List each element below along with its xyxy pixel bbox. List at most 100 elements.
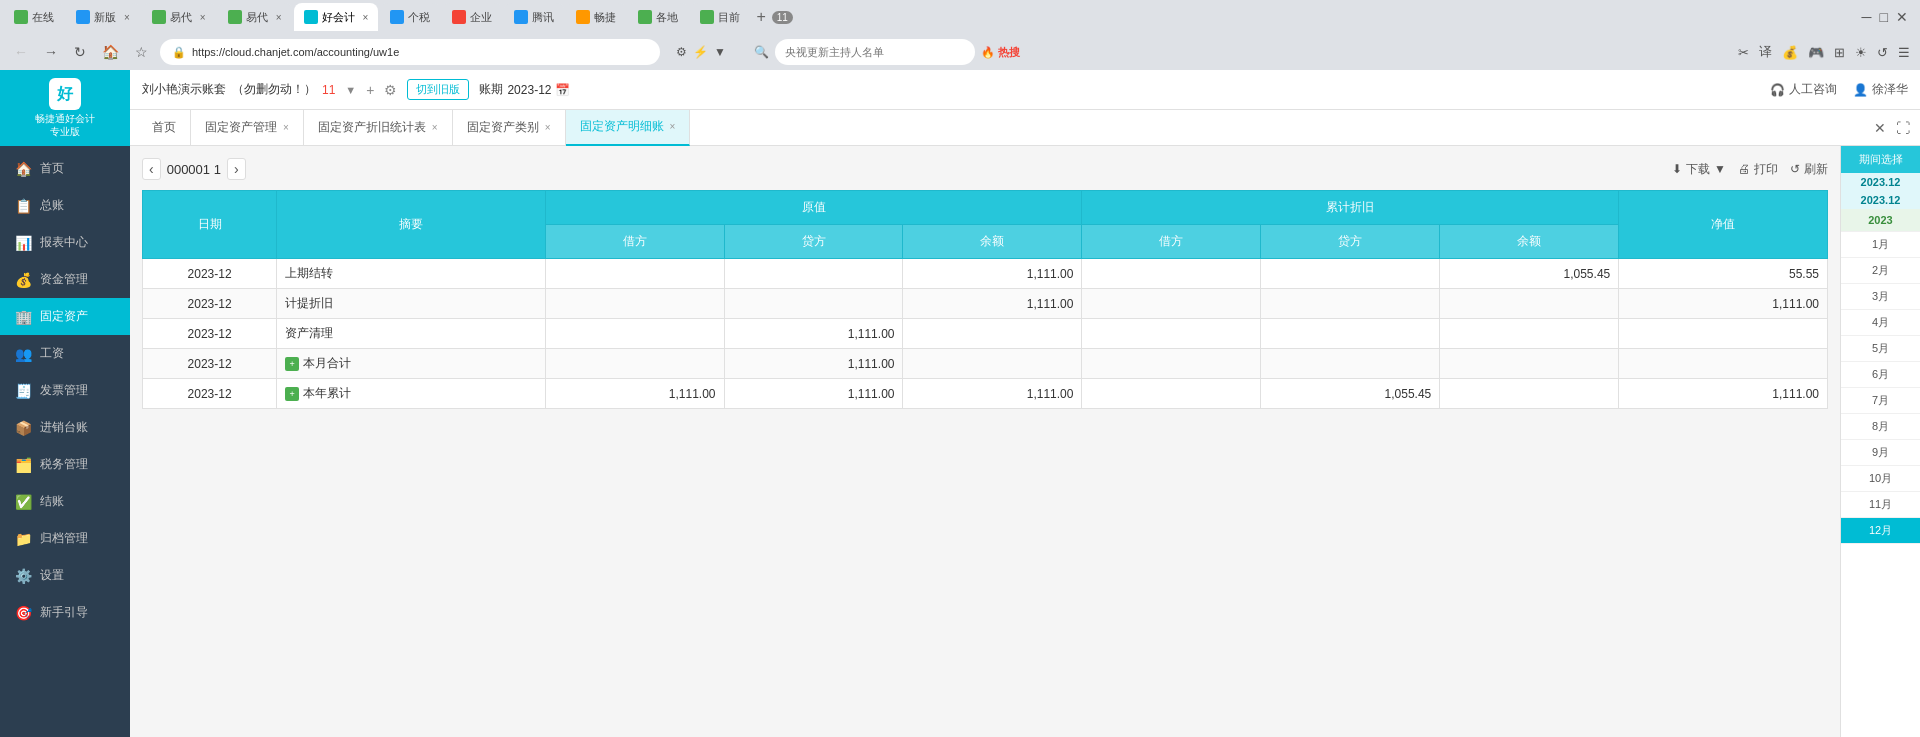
calendar-icon[interactable]: 📅 — [555, 83, 570, 97]
scissors-icon[interactable]: ✂ — [1738, 45, 1749, 60]
period-item-3[interactable]: 3月 — [1841, 284, 1920, 310]
sidebar-item-payroll[interactable]: 👥 工资 — [0, 335, 130, 372]
new-tab-button[interactable]: + — [752, 8, 769, 26]
restore-icon[interactable]: □ — [1880, 9, 1888, 25]
period-item-5[interactable]: 5月 — [1841, 336, 1920, 362]
brightness-icon[interactable]: ☀ — [1855, 45, 1867, 60]
extension-icon-1[interactable]: ⚙ — [676, 45, 687, 59]
sidebar-item-close[interactable]: ✅ 结账 — [0, 483, 130, 520]
browser-tab-tengxun[interactable]: 腾讯 — [504, 3, 564, 31]
row5-orig-debit: 1,111.00 — [545, 379, 724, 409]
tab-label-yidai1: 易代 — [170, 10, 192, 25]
row2-orig-debit — [545, 289, 724, 319]
tab-close-yidai2[interactable]: × — [276, 12, 282, 23]
game-icon[interactable]: 🎮 — [1808, 45, 1824, 60]
sidebar-item-invoice[interactable]: 🧾 发票管理 — [0, 372, 130, 409]
service-button[interactable]: 🎧 人工咨询 — [1770, 81, 1837, 98]
tab-close-asset-detail[interactable]: × — [670, 121, 676, 132]
period-item-1[interactable]: 1月 — [1841, 232, 1920, 258]
period-item-12[interactable]: 12月 — [1841, 518, 1920, 544]
prev-page-button[interactable]: ‹ — [142, 158, 161, 180]
history-icon[interactable]: ↺ — [1877, 45, 1888, 60]
translate-icon[interactable]: 译 — [1759, 43, 1772, 61]
refresh-button[interactable]: ↺ 刷新 — [1790, 161, 1828, 178]
add-account-button[interactable]: + — [366, 82, 374, 98]
tab-close-depreciation-stats[interactable]: × — [432, 122, 438, 133]
browser-tab-qiye[interactable]: 企业 — [442, 3, 502, 31]
browser-tab-geshui[interactable]: 个税 — [380, 3, 440, 31]
app-container: 好 畅捷通好会计 专业版 🏠 首页 📋 总账 📊 报表中心 💰 资金管 — [0, 70, 1920, 737]
browser-tab-yidai1[interactable]: 易代 × — [142, 3, 216, 31]
wallet-icon[interactable]: 💰 — [1782, 45, 1798, 60]
period-info: 账期 2023-12 📅 — [479, 81, 570, 98]
period-item-2[interactable]: 2月 — [1841, 258, 1920, 284]
tab-asset-management[interactable]: 固定资产管理 × — [191, 110, 304, 146]
download-button[interactable]: ⬇ 下载 ▼ — [1672, 161, 1726, 178]
search-input[interactable] — [775, 39, 975, 65]
download-dropdown-icon: ▼ — [1714, 162, 1726, 176]
bookmark-button[interactable]: ☆ — [131, 42, 152, 62]
sidebar-item-home[interactable]: 🏠 首页 — [0, 150, 130, 187]
tab-close-haokuaiji[interactable]: × — [363, 12, 369, 23]
sidebar-item-stock[interactable]: 📦 进销台账 — [0, 409, 130, 446]
extension-icon-2[interactable]: ⚡ — [693, 45, 708, 59]
sidebar-item-archive[interactable]: 📁 归档管理 — [0, 520, 130, 557]
browser-tab-gedi[interactable]: 各地 — [628, 3, 688, 31]
tab-asset-detail[interactable]: 固定资产明细账 × — [566, 110, 691, 146]
browser-tab-haokuaiji[interactable]: 好会计 × — [294, 3, 379, 31]
back-button[interactable]: ← — [10, 42, 32, 62]
period-item-year[interactable]: 2023 — [1841, 209, 1920, 232]
user-info[interactable]: 👤 徐泽华 — [1853, 81, 1908, 98]
browser-tab-yidai2[interactable]: 易代 × — [218, 3, 292, 31]
browser-tab-new[interactable]: 新版 × — [66, 3, 140, 31]
tab-close-asset-management[interactable]: × — [283, 122, 289, 133]
account-dropdown-icon[interactable]: ▼ — [345, 84, 356, 96]
tab-expand-icon[interactable]: ⛶ — [1894, 118, 1912, 138]
grid-icon[interactable]: ⊞ — [1834, 45, 1845, 60]
sidebar-item-reports[interactable]: 📊 报表中心 — [0, 224, 130, 261]
forward-button[interactable]: → — [40, 42, 62, 62]
table-row: 2023-12 +本年累计 1,111.00 1,111.00 1,111.00… — [143, 379, 1828, 409]
tab-close-new[interactable]: × — [124, 12, 130, 23]
period-item-8[interactable]: 8月 — [1841, 414, 1920, 440]
browser-tab-changjie[interactable]: 畅捷 — [566, 3, 626, 31]
sidebar-item-settings[interactable]: ⚙️ 设置 — [0, 557, 130, 594]
next-page-button[interactable]: › — [227, 158, 246, 180]
tab-close-yidai1[interactable]: × — [200, 12, 206, 23]
version-switch-button[interactable]: 切到旧版 — [407, 79, 469, 100]
tab-asset-category[interactable]: 固定资产类别 × — [453, 110, 566, 146]
sidebar-item-funds[interactable]: 💰 资金管理 — [0, 261, 130, 298]
tab-favicon-gedi — [638, 10, 652, 24]
period-item-4[interactable]: 4月 — [1841, 310, 1920, 336]
tab-close-current-icon[interactable]: ✕ — [1872, 118, 1888, 138]
browser-tab-online[interactable]: 在线 — [4, 3, 64, 31]
sidebar-item-guide[interactable]: 🎯 新手引导 — [0, 594, 130, 631]
close-icon[interactable]: ✕ — [1896, 9, 1908, 25]
sidebar-item-ledger[interactable]: 📋 总账 — [0, 187, 130, 224]
row5-dep-credit: 1,055.45 — [1261, 379, 1440, 409]
minimize-icon[interactable]: ─ — [1862, 9, 1872, 25]
menu-icon[interactable]: ☰ — [1898, 45, 1910, 60]
home-button[interactable]: 🏠 — [98, 42, 123, 62]
refresh-browser-button[interactable]: ↻ — [70, 42, 90, 62]
period-item-11[interactable]: 11月 — [1841, 492, 1920, 518]
browser-tab-muqian[interactable]: 目前 — [690, 3, 750, 31]
period-item-10[interactable]: 10月 — [1841, 466, 1920, 492]
top-bar: 刘小艳演示账套 （勿删勿动！） 11 ▼ + ⚙ 切到旧版 账期 2023-12… — [130, 70, 1920, 110]
tab-depreciation-stats[interactable]: 固定资产折旧统计表 × — [304, 110, 453, 146]
period-item-6[interactable]: 6月 — [1841, 362, 1920, 388]
print-button[interactable]: 🖨 打印 — [1738, 161, 1778, 178]
sidebar-item-tax[interactable]: 🗂️ 税务管理 — [0, 446, 130, 483]
dropdown-icon[interactable]: ▼ — [714, 45, 726, 59]
row4-orig-debit — [545, 349, 724, 379]
address-input[interactable]: 🔒 https://cloud.chanjet.com/accounting/u… — [160, 39, 660, 65]
tab-close-asset-category[interactable]: × — [545, 122, 551, 133]
period-item-7[interactable]: 7月 — [1841, 388, 1920, 414]
account-settings-icon[interactable]: ⚙ — [384, 82, 397, 98]
tab-label-qiye: 企业 — [470, 10, 492, 25]
user-name-label: 徐泽华 — [1872, 81, 1908, 98]
tab-home[interactable]: 首页 — [138, 110, 191, 146]
period-item-9[interactable]: 9月 — [1841, 440, 1920, 466]
row5-date: 2023-12 — [143, 379, 277, 409]
sidebar-item-assets[interactable]: 🏢 固定资产 — [0, 298, 130, 335]
